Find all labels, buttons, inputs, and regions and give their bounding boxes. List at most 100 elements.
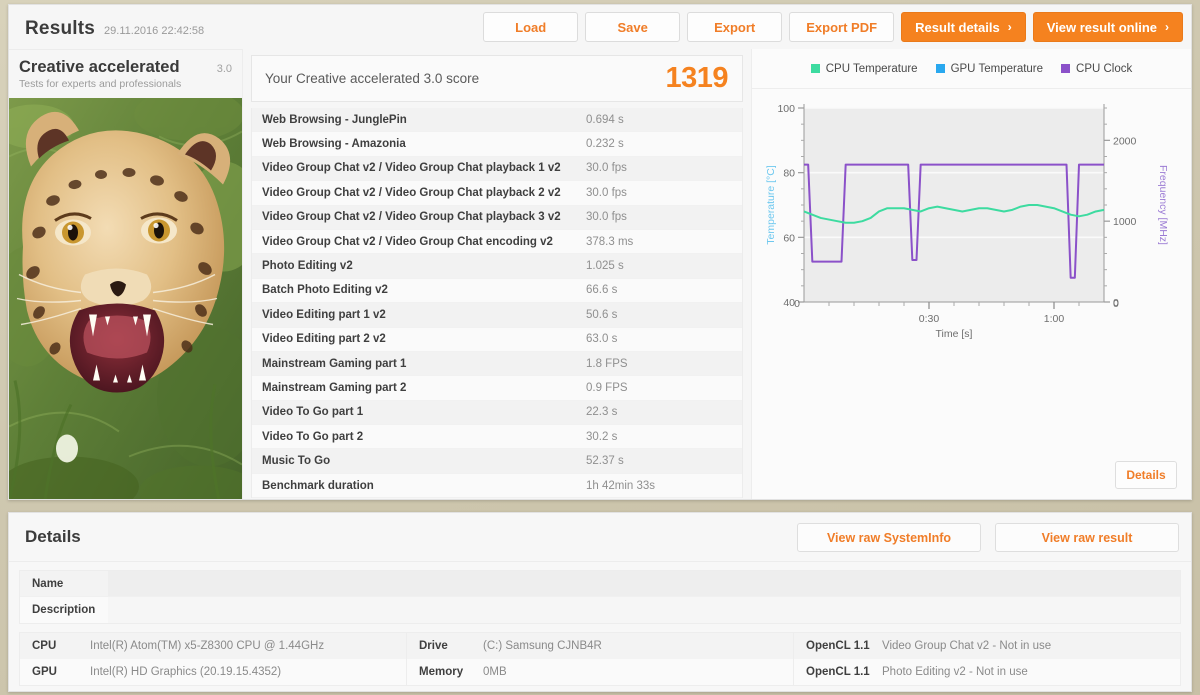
detail-key: Name bbox=[32, 577, 64, 590]
benchmark-version: 3.0 bbox=[216, 63, 232, 75]
x-axis-label: Time [s] bbox=[936, 328, 973, 340]
chart-legend: CPU Temperature GPU Temperature CPU Cloc… bbox=[752, 49, 1191, 89]
detail-key: Description bbox=[32, 604, 96, 616]
load-button[interactable]: Load bbox=[483, 12, 579, 42]
hardware-column: CPU Intel(R) Atom(TM) x5-Z8300 CPU @ 1.44… bbox=[19, 632, 406, 686]
y-axis-tick-label: 80 bbox=[783, 168, 795, 180]
result-value: 0.694 s bbox=[586, 113, 624, 126]
table-row: Video Group Chat v2 / Video Group Chat e… bbox=[252, 229, 742, 255]
details-panel: Details View raw SystemInfo View raw res… bbox=[8, 512, 1192, 692]
hardware-table: CPU Intel(R) Atom(TM) x5-Z8300 CPU @ 1.44… bbox=[19, 632, 1181, 686]
results-title-row: Results 29.11.2016 22:42:58 bbox=[25, 18, 204, 40]
export-pdf-button[interactable]: Export PDF bbox=[789, 12, 895, 42]
export-button[interactable]: Export bbox=[687, 12, 783, 42]
hardware-column: OpenCL 1.1 Video Group Chat v2 - Not in u… bbox=[793, 632, 1181, 686]
legend-label-cpu-clock: CPU Clock bbox=[1076, 62, 1133, 75]
detail-value-field[interactable] bbox=[108, 597, 1180, 623]
view-raw-result-label: View raw result bbox=[1041, 530, 1133, 545]
legend-swatch-cpu-temperature bbox=[810, 64, 820, 73]
result-name: Mainstream Gaming part 2 bbox=[262, 381, 407, 394]
legend-swatch-gpu-temperature bbox=[935, 64, 945, 73]
detail-row: Name bbox=[20, 571, 1180, 597]
score-value: 1319 bbox=[665, 62, 728, 94]
result-details-button-label: Result details bbox=[915, 19, 1000, 35]
result-value: 1.025 s bbox=[586, 260, 624, 273]
monitoring-chart-panel: CPU Temperature GPU Temperature CPU Cloc… bbox=[751, 49, 1191, 499]
result-name: Video Editing part 1 v2 bbox=[262, 308, 386, 321]
result-value: 52.37 s bbox=[586, 455, 624, 468]
hardware-key: Drive bbox=[419, 640, 448, 652]
result-value: 50.6 s bbox=[586, 308, 618, 321]
table-row: Video To Go part 2 30.2 s bbox=[252, 425, 742, 450]
load-button-label: Load bbox=[515, 19, 547, 35]
table-row: Web Browsing - Amazonia 0.232 s bbox=[252, 132, 742, 157]
hardware-value: Video Group Chat v2 - Not in use bbox=[882, 640, 1052, 652]
table-row: Video Group Chat v2 / Video Group Chat p… bbox=[252, 156, 742, 182]
save-button[interactable]: Save bbox=[585, 12, 681, 42]
result-value: 1.8 FPS bbox=[586, 357, 628, 370]
monitoring-chart: 40 60 80 100 0 1000 2000 0 0 0:30 1:00 Time [s] Temp… bbox=[752, 90, 1191, 499]
result-details-button[interactable]: Result details › bbox=[901, 12, 1026, 42]
view-raw-result-button[interactable]: View raw result bbox=[995, 523, 1179, 552]
results-toolbar: Results 29.11.2016 22:42:58 Load Save Ex… bbox=[9, 5, 1191, 49]
y-axis-title: Temperature [°C] bbox=[765, 165, 777, 245]
y-axis-tick-label: 60 bbox=[783, 232, 795, 244]
results-panel: Results 29.11.2016 22:42:58 Load Save Ex… bbox=[8, 4, 1192, 500]
results-timestamp: 29.11.2016 22:42:58 bbox=[104, 25, 205, 37]
legend-item-gpu-temperature: GPU Temperature bbox=[935, 62, 1044, 75]
result-name: Benchmark duration bbox=[262, 479, 374, 492]
legend-swatch-cpu-clock bbox=[1061, 64, 1071, 73]
chart-plot-area bbox=[804, 108, 1104, 302]
benchmark-name: Creative accelerated bbox=[19, 58, 180, 76]
hardware-row: CPU Intel(R) Atom(TM) x5-Z8300 CPU @ 1.44… bbox=[20, 633, 406, 659]
table-row: Batch Photo Editing v2 66.6 s bbox=[252, 278, 742, 304]
result-name: Mainstream Gaming part 1 bbox=[262, 357, 407, 370]
result-value: 66.6 s bbox=[586, 284, 618, 297]
page-title: Results bbox=[25, 18, 96, 39]
table-row: Video Editing part 1 v2 50.6 s bbox=[252, 303, 742, 328]
name-description-table: Name Description bbox=[19, 570, 1181, 624]
hardware-value: (C:) Samsung CJNB4R bbox=[483, 640, 602, 652]
detail-value-field[interactable] bbox=[108, 571, 1180, 596]
export-button-label: Export bbox=[714, 19, 756, 35]
hardware-key: GPU bbox=[32, 666, 57, 678]
result-value: 0.9 FPS bbox=[586, 381, 628, 394]
result-name: Video Group Chat v2 / Video Group Chat p… bbox=[262, 186, 561, 199]
chart-details-button[interactable]: Details bbox=[1115, 461, 1177, 489]
table-row: Video Group Chat v2 / Video Group Chat p… bbox=[252, 205, 742, 230]
legend-item-cpu-clock: CPU Clock bbox=[1061, 63, 1132, 75]
result-value: 30.2 s bbox=[586, 430, 618, 443]
details-title: Details bbox=[25, 527, 81, 546]
result-value: 30.0 fps bbox=[586, 162, 627, 175]
hardware-value: 0MB bbox=[483, 666, 507, 678]
result-value: 1h 42min 33s bbox=[586, 479, 656, 492]
hardware-key: Memory bbox=[419, 666, 464, 678]
view-result-online-button[interactable]: View result online › bbox=[1032, 12, 1183, 42]
hardware-row: GPU Intel(R) HD Graphics (20.19.15.4352) bbox=[20, 659, 406, 685]
chevron-right-icon: › bbox=[1007, 20, 1012, 34]
result-value: 0.232 s bbox=[586, 138, 624, 151]
hardware-key: OpenCL 1.1 bbox=[806, 640, 870, 652]
table-row: Video Group Chat v2 / Video Group Chat p… bbox=[252, 181, 742, 206]
export-pdf-button-label: Export PDF bbox=[806, 19, 878, 35]
hardware-value: Intel(R) HD Graphics (20.19.15.4352) bbox=[90, 666, 282, 678]
score-label: Your Creative accelerated 3.0 score bbox=[265, 71, 480, 86]
table-row: Mainstream Gaming part 2 0.9 FPS bbox=[252, 376, 742, 401]
save-button-label: Save bbox=[617, 19, 648, 35]
view-raw-systeminfo-button[interactable]: View raw SystemInfo bbox=[797, 523, 981, 552]
table-row: Video Editing part 2 v2 63.0 s bbox=[252, 327, 742, 352]
score-and-results: Your Creative accelerated 3.0 score 1319… bbox=[242, 49, 751, 499]
hardware-row: Memory 0MB bbox=[407, 659, 793, 685]
hardware-key: CPU bbox=[32, 640, 57, 652]
benchmark-hero: 3.0 Creative accelerated Tests for exper… bbox=[9, 49, 242, 499]
y2-axis-tick-label: 2000 bbox=[1113, 135, 1137, 147]
result-name: Video To Go part 2 bbox=[262, 430, 364, 443]
view-result-online-button-label: View result online bbox=[1046, 19, 1157, 35]
results-columns: 3.0 Creative accelerated Tests for exper… bbox=[9, 49, 1191, 499]
legend-label-gpu-temperature: GPU Temperature bbox=[950, 62, 1044, 75]
y-axis-tick-label: 100 bbox=[777, 103, 795, 115]
hardware-value: Photo Editing v2 - Not in use bbox=[882, 666, 1028, 678]
score-banner: Your Creative accelerated 3.0 score 1319 bbox=[251, 55, 743, 102]
result-name: Web Browsing - Amazonia bbox=[262, 138, 406, 151]
result-value: 30.0 fps bbox=[586, 186, 627, 199]
